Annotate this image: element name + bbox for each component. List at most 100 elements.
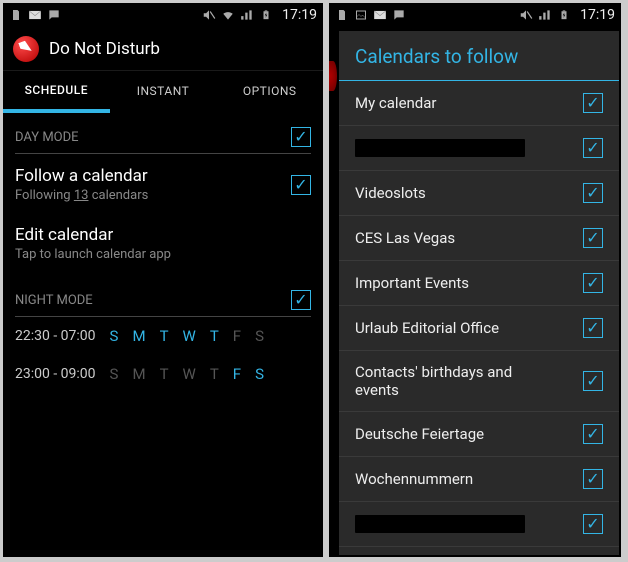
status-bar: 17:19 <box>3 3 323 27</box>
tabs: SCHEDULEINSTANTOPTIONS <box>3 71 323 113</box>
phone-right: 17:19 Calendars to follow My calendar✓✓V… <box>329 3 621 557</box>
day-toggle[interactable]: S <box>255 365 264 383</box>
status-clock: 17:19 <box>580 7 615 23</box>
schedule-time: 22:30 - 07:00 <box>15 328 96 344</box>
battery-charging-icon <box>259 8 273 22</box>
follow-calendar-sub: Following 13 calendars <box>15 188 148 203</box>
calendar-item-label: My calendar <box>355 94 437 112</box>
night-mode-checkbox[interactable]: ✓ <box>291 290 311 310</box>
gmail-icon <box>28 8 42 22</box>
calendar-item[interactable]: ✓ <box>339 126 619 171</box>
day-picker: SMTWTFS <box>110 365 264 383</box>
calendar-item[interactable]: My calendar ✓ <box>339 81 619 126</box>
calendar-item-checkbox[interactable]: ✓ <box>583 371 603 391</box>
status-clock: 17:19 <box>282 7 317 23</box>
schedule-time: 23:00 - 09:00 <box>15 366 96 382</box>
signal-icon <box>538 8 552 22</box>
battery-charging-icon <box>557 8 571 22</box>
day-toggle[interactable]: F <box>233 327 241 345</box>
night-mode-header-row: NIGHT MODE ✓ <box>15 290 311 310</box>
calendar-item[interactable]: Contacts' birthdays and events ✓ <box>339 351 619 412</box>
calendar-item-checkbox[interactable]: ✓ <box>583 424 603 444</box>
calendar-item-label <box>355 139 525 157</box>
day-toggle[interactable]: W <box>183 365 196 383</box>
day-mode-checkbox[interactable]: ✓ <box>291 127 311 147</box>
day-picker: SMTWTFS <box>110 327 264 345</box>
calendar-item[interactable]: Videoslots ✓ <box>339 171 619 216</box>
day-toggle[interactable]: M <box>132 365 145 383</box>
day-mode-header-row: DAY MODE ✓ <box>15 127 311 147</box>
calendar-item-checkbox[interactable]: ✓ <box>583 93 603 113</box>
edit-calendar-item[interactable]: Edit calendar Tap to launch calendar app <box>15 213 311 272</box>
calendar-item-label: CES Las Vegas <box>355 229 455 247</box>
follow-calendar-checkbox[interactable]: ✓ <box>291 175 311 195</box>
wifi-icon <box>221 8 235 22</box>
chat-icon <box>47 8 61 22</box>
calendar-item-checkbox[interactable]: ✓ <box>583 514 603 534</box>
calendar-item-label: Important Events <box>355 274 469 292</box>
status-icons-right: 17:19 <box>202 7 317 23</box>
day-mode-header: DAY MODE <box>15 130 79 145</box>
image-icon <box>354 8 368 22</box>
sdcard-icon <box>9 8 23 22</box>
calendar-item[interactable]: ✓ <box>339 547 619 555</box>
status-icons-left <box>9 8 61 22</box>
calendar-item-checkbox[interactable]: ✓ <box>583 183 603 203</box>
schedule-row[interactable]: 22:30 - 07:00SMTWTFS <box>15 317 311 355</box>
sdcard-icon <box>335 8 349 22</box>
app-icon-peek <box>329 61 337 91</box>
calendar-item[interactable]: Important Events ✓ <box>339 261 619 306</box>
status-icons-left <box>335 8 406 22</box>
day-toggle[interactable]: T <box>210 365 219 383</box>
calendar-item-checkbox[interactable]: ✓ <box>583 318 603 338</box>
edit-calendar-sub: Tap to launch calendar app <box>15 247 311 262</box>
follow-calendar-title: Follow a calendar <box>15 166 148 186</box>
day-toggle[interactable]: S <box>110 365 119 383</box>
mute-icon <box>202 8 216 22</box>
calendar-item-checkbox[interactable]: ✓ <box>583 228 603 248</box>
phone-left: 17:19 Do Not Disturb SCHEDULEINSTANTOPTI… <box>3 3 323 557</box>
dialog-title: Calendars to follow <box>339 31 619 81</box>
day-toggle[interactable]: M <box>132 327 145 345</box>
app-icon <box>13 36 39 62</box>
calendars-dialog: Calendars to follow My calendar✓✓Videosl… <box>339 31 619 555</box>
day-toggle[interactable]: S <box>255 327 264 345</box>
calendar-item-label: Wochennummern <box>355 470 473 488</box>
follow-calendar-item[interactable]: Follow a calendar Following 13 calendars… <box>15 154 311 213</box>
calendar-item-label: Contacts' birthdays and events <box>355 363 555 399</box>
dialog-list[interactable]: My calendar✓✓Videoslots✓CES Las Vegas✓Im… <box>339 81 619 555</box>
calendar-item[interactable]: Deutsche Feiertage ✓ <box>339 412 619 457</box>
night-mode-header: NIGHT MODE <box>15 293 93 308</box>
tab-options[interactable]: OPTIONS <box>216 71 323 113</box>
day-toggle[interactable]: W <box>183 327 196 345</box>
tab-instant[interactable]: INSTANT <box>110 71 217 113</box>
calendar-item[interactable]: Urlaub Editorial Office ✓ <box>339 306 619 351</box>
calendar-item-checkbox[interactable]: ✓ <box>583 273 603 293</box>
calendar-item-checkbox[interactable]: ✓ <box>583 469 603 489</box>
day-toggle[interactable]: F <box>233 365 241 383</box>
calendar-item-label: Videoslots <box>355 184 426 202</box>
calendar-item[interactable]: ✓ <box>339 502 619 547</box>
calendar-item-checkbox[interactable]: ✓ <box>583 138 603 158</box>
app-title: Do Not Disturb <box>49 39 160 59</box>
calendar-item-label: Urlaub Editorial Office <box>355 319 499 337</box>
mute-icon <box>519 8 533 22</box>
day-toggle[interactable]: S <box>110 327 119 345</box>
schedule-row[interactable]: 23:00 - 09:00SMTWTFS <box>15 355 311 393</box>
gmail-icon <box>373 8 387 22</box>
day-toggle[interactable]: T <box>160 327 169 345</box>
calendar-item[interactable]: Wochennummern ✓ <box>339 457 619 502</box>
day-toggle[interactable]: T <box>160 365 169 383</box>
day-toggle[interactable]: T <box>210 327 219 345</box>
status-bar: 17:19 <box>329 3 621 27</box>
app-bar: Do Not Disturb <box>3 27 323 71</box>
signal-icon <box>240 8 254 22</box>
calendar-item-label <box>355 515 525 533</box>
status-icons-right: 17:19 <box>519 7 615 23</box>
tab-schedule[interactable]: SCHEDULE <box>3 71 110 113</box>
calendar-item[interactable]: CES Las Vegas ✓ <box>339 216 619 261</box>
calendar-item-label: Deutsche Feiertage <box>355 425 484 443</box>
content-area: DAY MODE ✓ Follow a calendar Following 1… <box>3 113 323 557</box>
chat-icon <box>392 8 406 22</box>
edit-calendar-title: Edit calendar <box>15 225 311 245</box>
